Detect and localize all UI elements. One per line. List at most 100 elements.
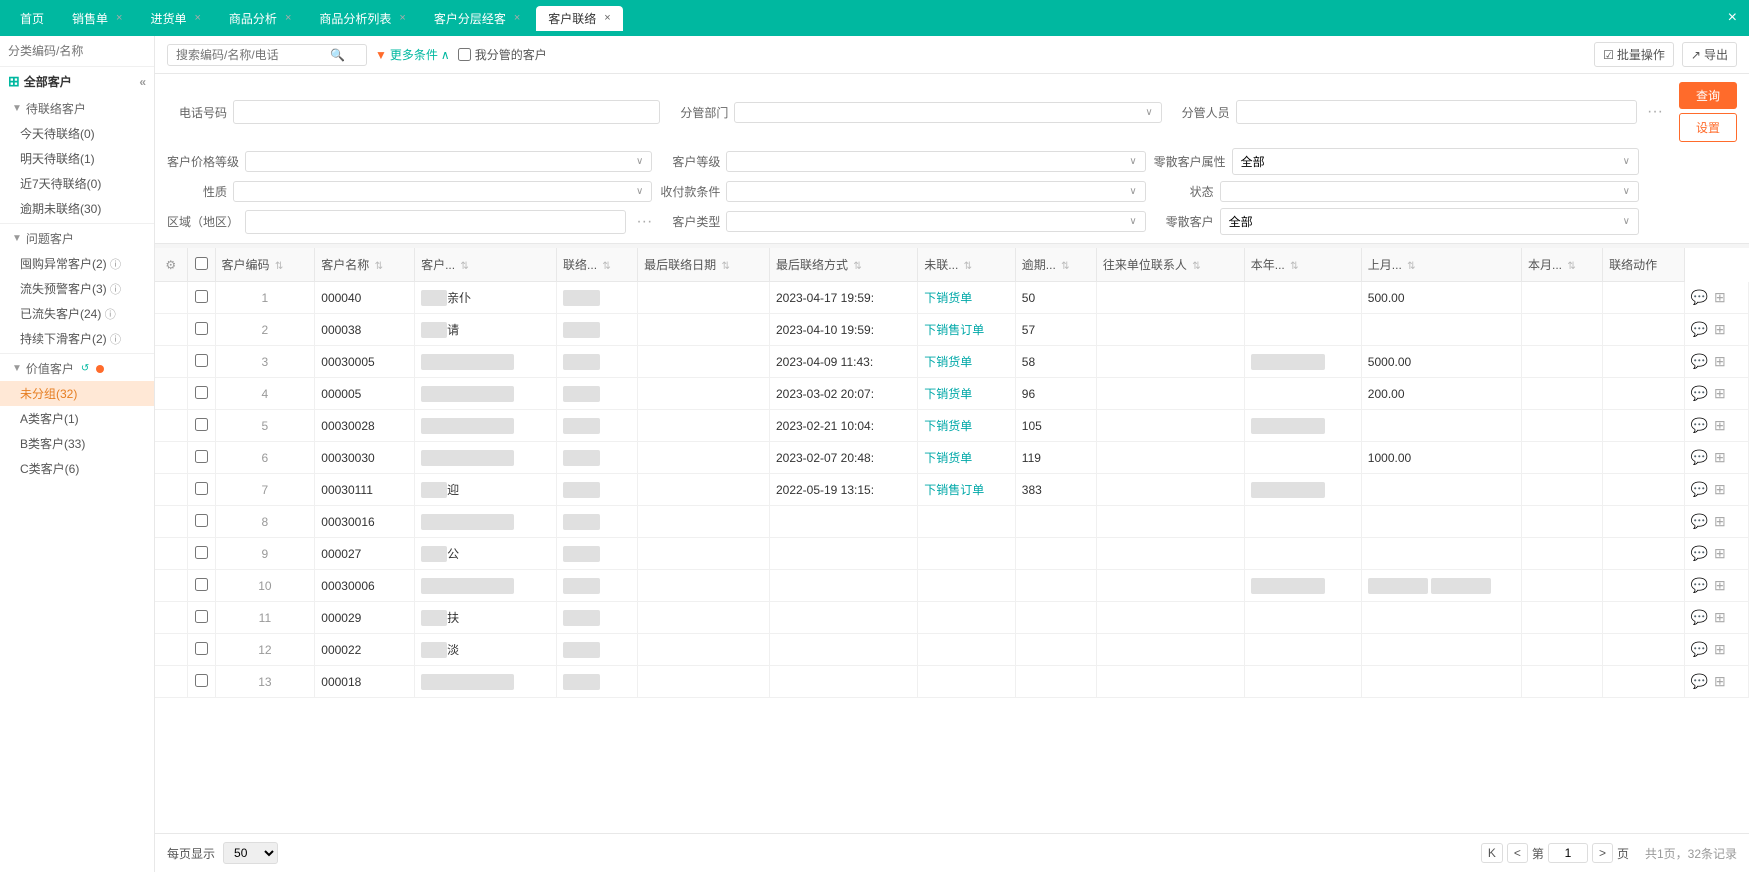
settings-column-header[interactable]: ⚙ (155, 248, 187, 282)
row-last-method[interactable]: 下销售订单 (918, 314, 1015, 346)
nav-tab-goods-analysis[interactable]: 商品分析 × (217, 6, 303, 31)
per-page-select[interactable]: 50 100 200 (223, 842, 278, 864)
nav-tab-customer-layer[interactable]: 客户分层经客 × (422, 6, 532, 31)
status-select[interactable]: ∨ (1220, 181, 1639, 202)
overdue-column-header[interactable]: 逾期... ⇅ (1015, 248, 1096, 282)
chat-action-icon[interactable]: 💬 (1691, 289, 1708, 306)
retail-attr-select[interactable]: 全部∨ (1232, 148, 1639, 175)
grid-action-icon[interactable]: ⊞ (1714, 353, 1726, 370)
query-button[interactable]: 查询 (1679, 82, 1737, 109)
grid-action-icon[interactable]: ⊞ (1714, 609, 1726, 626)
row-checkbox[interactable] (195, 354, 208, 367)
export-button[interactable]: ↗ 导出 (1682, 42, 1737, 67)
row-last-method[interactable]: 下销货单 (918, 378, 1015, 410)
last-method-link[interactable]: 下销售订单 (924, 323, 984, 337)
sidebar-item-overdue-pending[interactable]: 逾期未联络(30) (0, 196, 154, 221)
row-checkbox[interactable] (195, 418, 208, 431)
retail-customer-select[interactable]: 全部∨ (1220, 208, 1639, 235)
last-method-link[interactable]: 下销售订单 (924, 483, 984, 497)
sidebar-item-churn-warning[interactable]: 流失预警客户(3) ⓘ (0, 276, 154, 301)
current-page-input[interactable] (1548, 843, 1588, 863)
customer-type-select[interactable]: ∨ (726, 211, 1145, 232)
sidebar-item-class-c[interactable]: C类客户(6) (0, 456, 154, 481)
type-column-header[interactable]: 客户... ⇅ (415, 248, 557, 282)
sidebar-search-input[interactable] (8, 44, 155, 58)
row-checkbox[interactable] (195, 610, 208, 623)
row-last-method[interactable] (918, 602, 1015, 634)
row-last-method[interactable] (918, 666, 1015, 698)
row-checkbox[interactable] (195, 322, 208, 335)
code-column-header[interactable]: 客户编码 ⇅ (215, 248, 315, 282)
row-last-method[interactable] (918, 538, 1015, 570)
grid-action-icon[interactable]: ⊞ (1714, 641, 1726, 658)
chat-action-icon[interactable]: 💬 (1691, 577, 1708, 594)
chat-action-icon[interactable]: 💬 (1691, 673, 1708, 690)
customer-contact-tab-close[interactable]: × (604, 12, 610, 24)
last-method-link[interactable]: 下销货单 (924, 291, 972, 305)
sidebar-item-tomorrow-pending[interactable]: 明天待联络(1) (0, 146, 154, 171)
last-method-link[interactable]: 下销货单 (924, 387, 972, 401)
grid-action-icon[interactable]: ⊞ (1714, 385, 1726, 402)
sales-tab-close[interactable]: × (116, 12, 122, 24)
nature-select[interactable]: ∨ (233, 181, 652, 202)
sidebar-item-declining[interactable]: 持续下滑客户(2) ⓘ (0, 326, 154, 351)
nav-tab-purchase[interactable]: 进货单 × (138, 6, 212, 31)
row-last-method[interactable]: 下销货单 (918, 410, 1015, 442)
grid-action-icon[interactable]: ⊞ (1714, 513, 1726, 530)
grid-action-icon[interactable]: ⊞ (1714, 449, 1726, 466)
nav-tab-goods-analysis-list[interactable]: 商品分析列表 × (307, 6, 417, 31)
row-last-method[interactable]: 下销货单 (918, 282, 1015, 314)
chat-action-icon[interactable]: 💬 (1691, 353, 1708, 370)
chat-action-icon[interactable]: 💬 (1691, 609, 1708, 626)
chat-action-icon[interactable]: 💬 (1691, 545, 1708, 562)
search-icon[interactable]: 🔍 (330, 48, 345, 62)
sidebar-item-class-a[interactable]: A类客户(1) (0, 406, 154, 431)
my-customers-checkbox[interactable] (458, 48, 471, 61)
row-checkbox[interactable] (195, 450, 208, 463)
chat-action-icon[interactable]: 💬 (1691, 481, 1708, 498)
sidebar-group-pending[interactable]: ▼ 待联络客户 (0, 96, 154, 121)
grid-action-icon[interactable]: ⊞ (1714, 577, 1726, 594)
contact-person-column-header[interactable]: 往来单位联系人 ⇅ (1096, 248, 1244, 282)
select-all-checkbox[interactable] (195, 257, 208, 270)
last-method-link[interactable]: 下销货单 (924, 419, 972, 433)
row-checkbox[interactable] (195, 578, 208, 591)
first-page-button[interactable]: K (1481, 843, 1503, 863)
grid-action-icon[interactable]: ⊞ (1714, 417, 1726, 434)
grid-action-icon[interactable]: ⊞ (1714, 481, 1726, 498)
row-last-method[interactable]: 下销售订单 (918, 474, 1015, 506)
row-checkbox[interactable] (195, 674, 208, 687)
row-checkbox[interactable] (195, 482, 208, 495)
last-date-column-header[interactable]: 最后联络日期 ⇅ (638, 248, 770, 282)
customer-layer-tab-close[interactable]: × (514, 12, 520, 24)
row-checkbox[interactable] (195, 386, 208, 399)
name-column-header[interactable]: 客户名称 ⇅ (315, 248, 415, 282)
purchase-tab-close[interactable]: × (194, 12, 200, 24)
sidebar-item-ungrouped[interactable]: 未分组(32) (0, 381, 154, 406)
price-level-select[interactable]: ∨ (245, 151, 652, 172)
search-input[interactable] (176, 48, 326, 62)
chat-action-icon[interactable]: 💬 (1691, 449, 1708, 466)
batch-operation-button[interactable]: ☑ 批量操作 (1594, 42, 1674, 67)
sidebar-item-churned[interactable]: 已流失客户(24) ⓘ (0, 301, 154, 326)
phone-input[interactable] (233, 100, 660, 124)
last-method-column-header[interactable]: 最后联络方式 ⇅ (769, 248, 917, 282)
grid-action-icon[interactable]: ⊞ (1714, 545, 1726, 562)
nav-tab-customer-contact[interactable]: 客户联络 × (536, 6, 622, 31)
reset-button[interactable]: 设置 (1679, 113, 1737, 142)
customer-level-select[interactable]: ∨ (726, 151, 1145, 172)
last-method-link[interactable]: 下销货单 (924, 355, 972, 369)
grid-action-icon[interactable]: ⊞ (1714, 289, 1726, 306)
chat-action-icon[interactable]: 💬 (1691, 321, 1708, 338)
sidebar-item-today-pending[interactable]: 今天待联络(0) (0, 121, 154, 146)
nav-tab-sales[interactable]: 销售单 × (60, 6, 134, 31)
all-customers-header[interactable]: ⊞ 全部客户 « (0, 67, 154, 96)
row-last-method[interactable] (918, 570, 1015, 602)
dept-select[interactable]: ∨ (734, 102, 1161, 123)
region-input[interactable] (245, 210, 626, 234)
row-checkbox[interactable] (195, 546, 208, 559)
chat-action-icon[interactable]: 💬 (1691, 385, 1708, 402)
manager-input[interactable] (1236, 100, 1637, 124)
goods-analysis-list-tab-close[interactable]: × (399, 12, 405, 24)
sidebar-collapse-icon[interactable]: « (139, 75, 146, 89)
